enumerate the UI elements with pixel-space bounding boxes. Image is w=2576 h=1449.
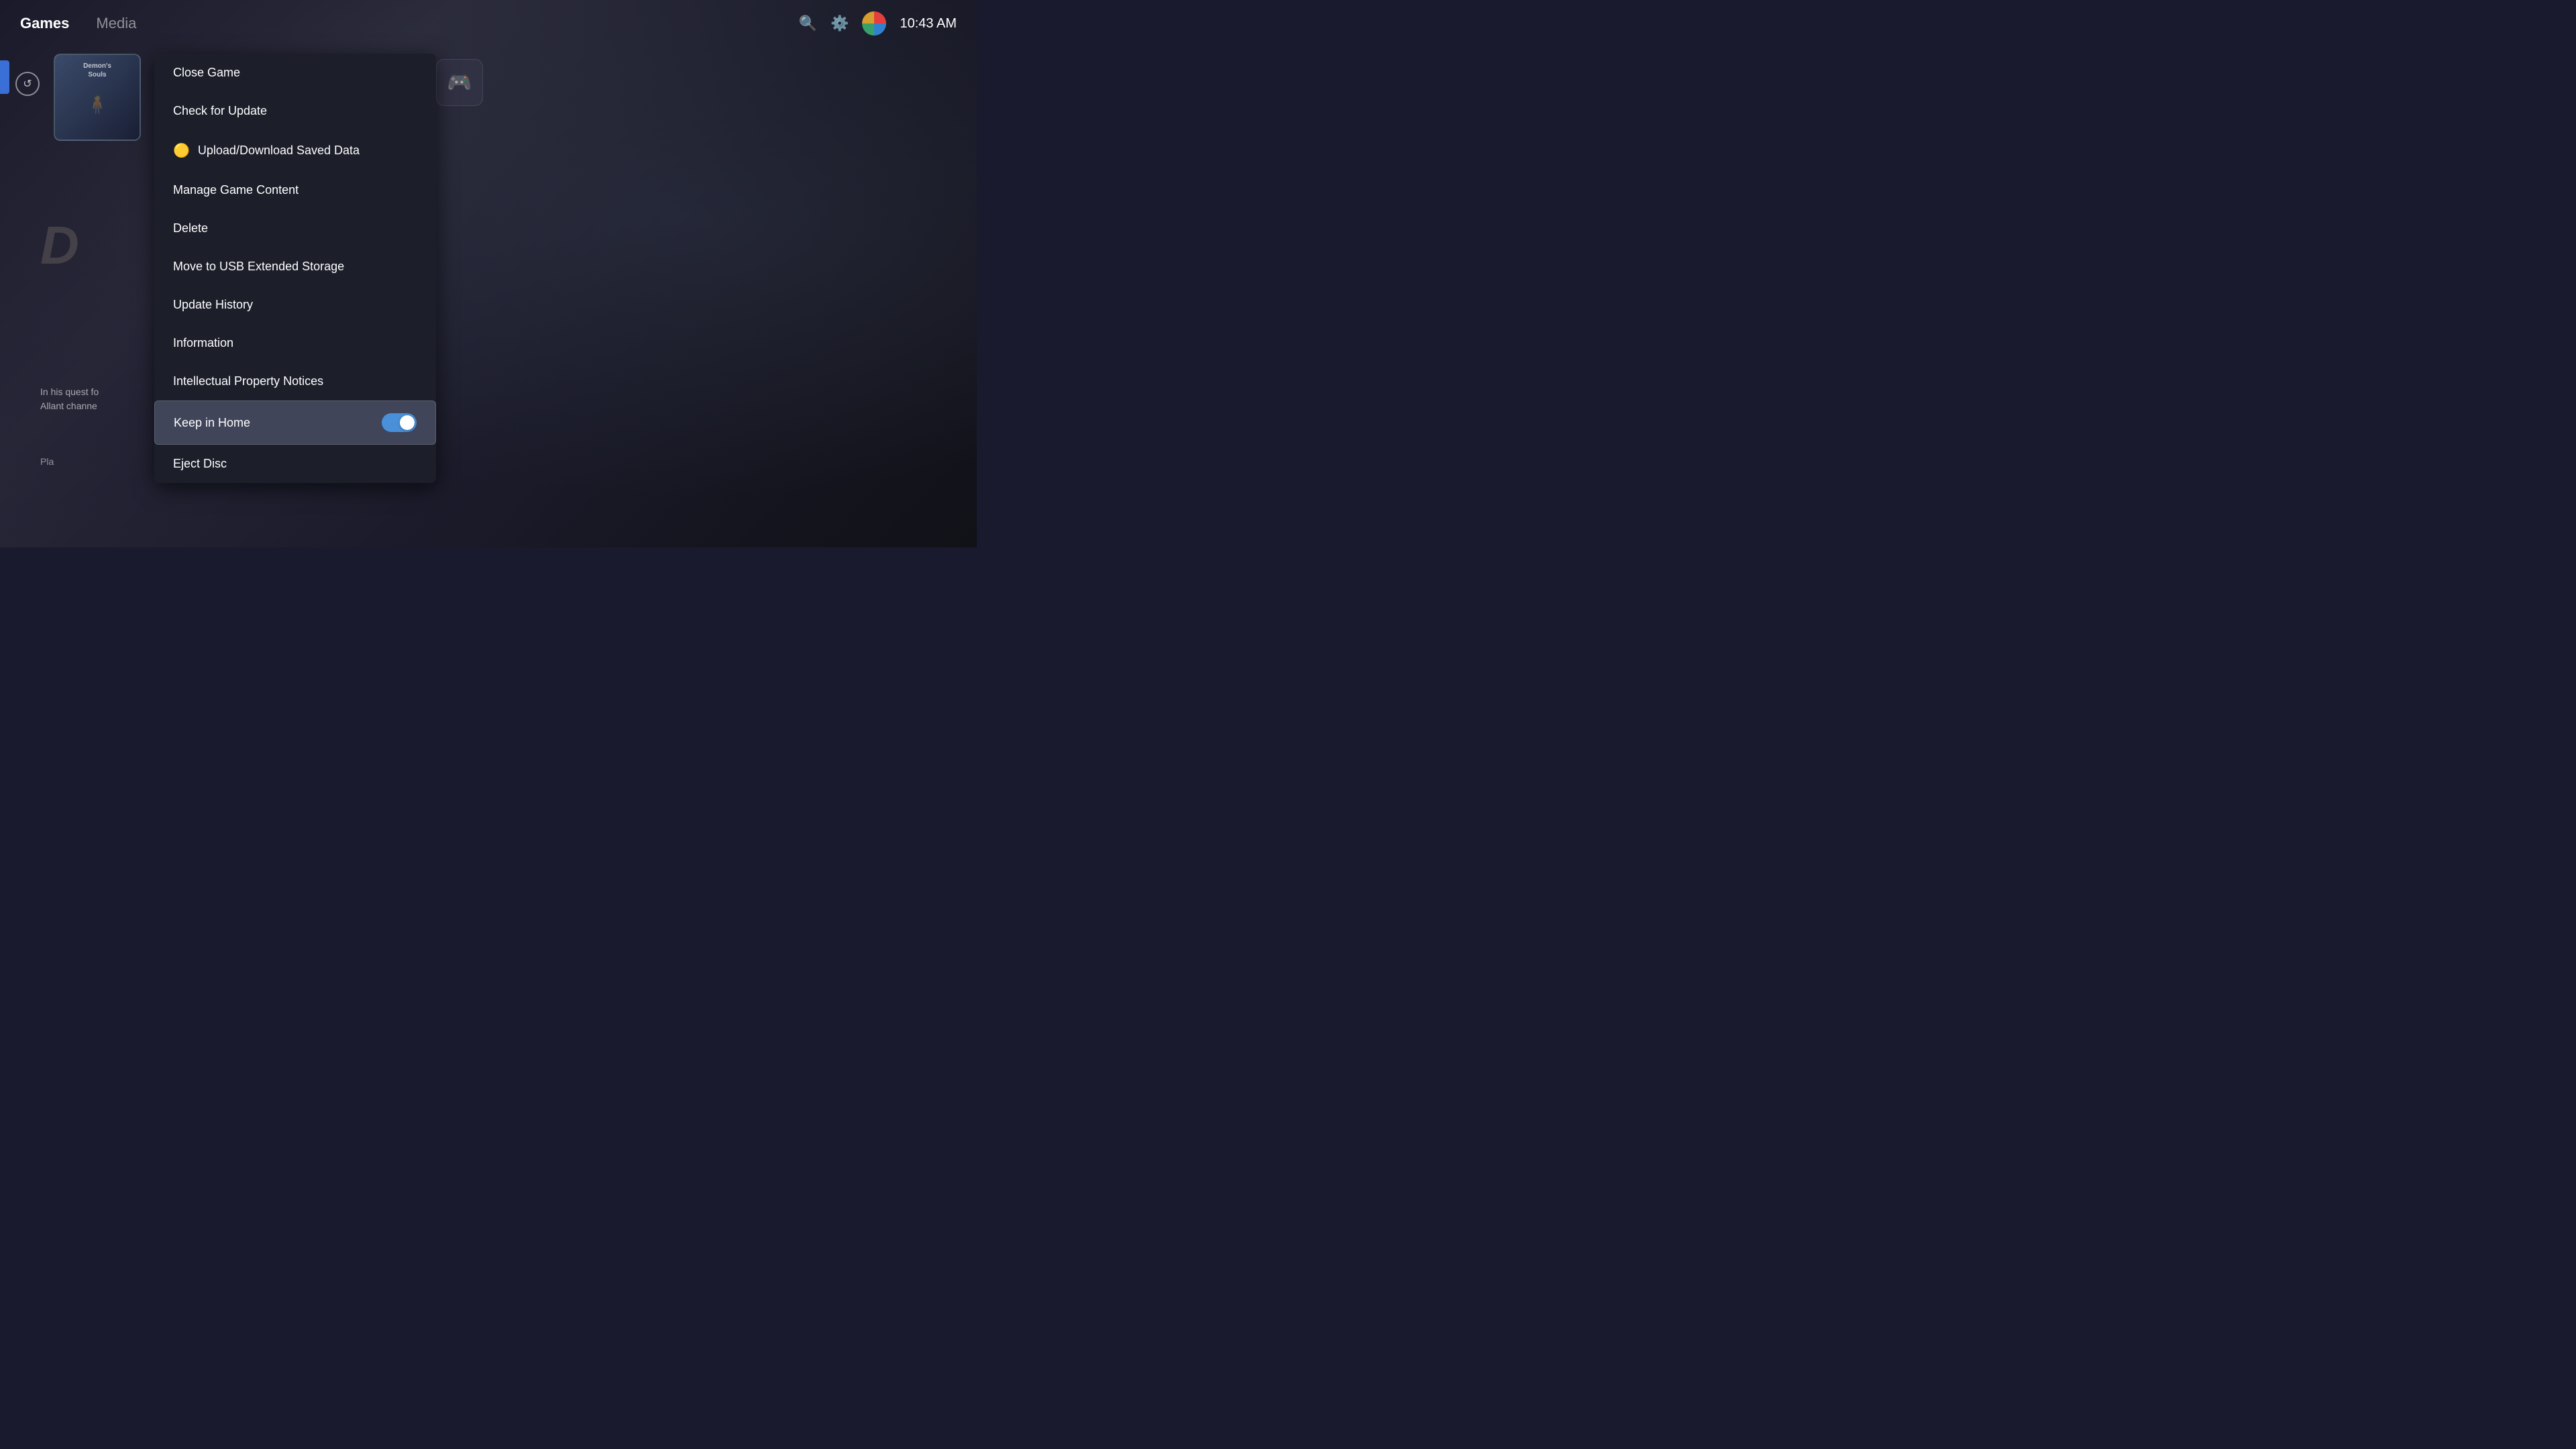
nav-games[interactable]: Games (20, 15, 69, 32)
menu-item-move-usb[interactable]: Move to USB Extended Storage (154, 248, 436, 286)
game-logo-text: D (40, 215, 79, 276)
game-description: In his quest fo Allant channe (40, 385, 99, 413)
move-usb-label: Move to USB Extended Storage (173, 260, 344, 274)
game-thumb-inner: Demon'sSouls 🧍 (55, 55, 140, 140)
menu-item-check-update[interactable]: Check for Update (154, 92, 436, 130)
delete-label: Delete (173, 221, 208, 235)
manage-content-label: Manage Game Content (173, 183, 299, 197)
check-update-label: Check for Update (173, 104, 267, 118)
nav-media[interactable]: Media (96, 15, 136, 32)
clock-display: 10:43 AM (900, 16, 957, 32)
recent-icon: ↺ (15, 72, 40, 96)
menu-item-information[interactable]: Information (154, 324, 436, 362)
sidebar-bookmark (0, 60, 9, 94)
controller-button[interactable]: 🎮 (436, 59, 483, 106)
background (0, 0, 977, 547)
menu-item-keep-home[interactable]: Keep in Home (154, 400, 436, 445)
menu-item-close-game[interactable]: Close Game (154, 54, 436, 92)
controller-icon: 🎮 (447, 71, 472, 95)
description-line2: Allant channe (40, 399, 99, 413)
menu-item-update-history[interactable]: Update History (154, 286, 436, 324)
ip-notices-label: Intellectual Property Notices (173, 374, 323, 388)
nav-right-icons: 🔍 ⚙️ 10:43 AM (799, 11, 957, 36)
menu-item-delete[interactable]: Delete (154, 209, 436, 248)
eject-disc-label: Eject Disc (173, 457, 227, 471)
ps-plus-icon: 🟡 (173, 142, 190, 159)
menu-item-manage-content[interactable]: Manage Game Content (154, 171, 436, 209)
close-game-label: Close Game (173, 66, 240, 80)
top-navigation: Games Media 🔍 ⚙️ 10:43 AM (0, 0, 977, 47)
menu-item-upload-download[interactable]: 🟡 Upload/Download Saved Data (154, 130, 436, 171)
toggle-knob (400, 415, 415, 430)
context-menu: Close Game Check for Update 🟡 Upload/Dow… (154, 54, 436, 483)
sidebar-recent-button[interactable]: ↺ (11, 67, 44, 101)
upload-download-label: Upload/Download Saved Data (198, 144, 360, 158)
update-history-label: Update History (173, 298, 253, 312)
search-icon[interactable]: 🔍 (799, 15, 817, 32)
menu-item-eject-disc[interactable]: Eject Disc (154, 445, 436, 483)
game-logo-area: D (40, 215, 79, 276)
play-area: Pla (40, 456, 54, 467)
play-label: Pla (40, 456, 54, 467)
keep-home-label: Keep in Home (174, 416, 250, 430)
keep-home-toggle[interactable] (382, 413, 417, 432)
information-label: Information (173, 336, 233, 350)
game-thumb-figure: 🧍 (86, 93, 109, 115)
menu-item-ip-notices[interactable]: Intellectual Property Notices (154, 362, 436, 400)
description-line1: In his quest fo (40, 385, 99, 399)
settings-icon[interactable]: ⚙️ (830, 15, 849, 32)
game-thumbnail[interactable]: Demon'sSouls 🧍 (54, 54, 141, 141)
playstation-logo (862, 11, 886, 36)
game-thumb-title: Demon'sSouls (60, 62, 134, 79)
